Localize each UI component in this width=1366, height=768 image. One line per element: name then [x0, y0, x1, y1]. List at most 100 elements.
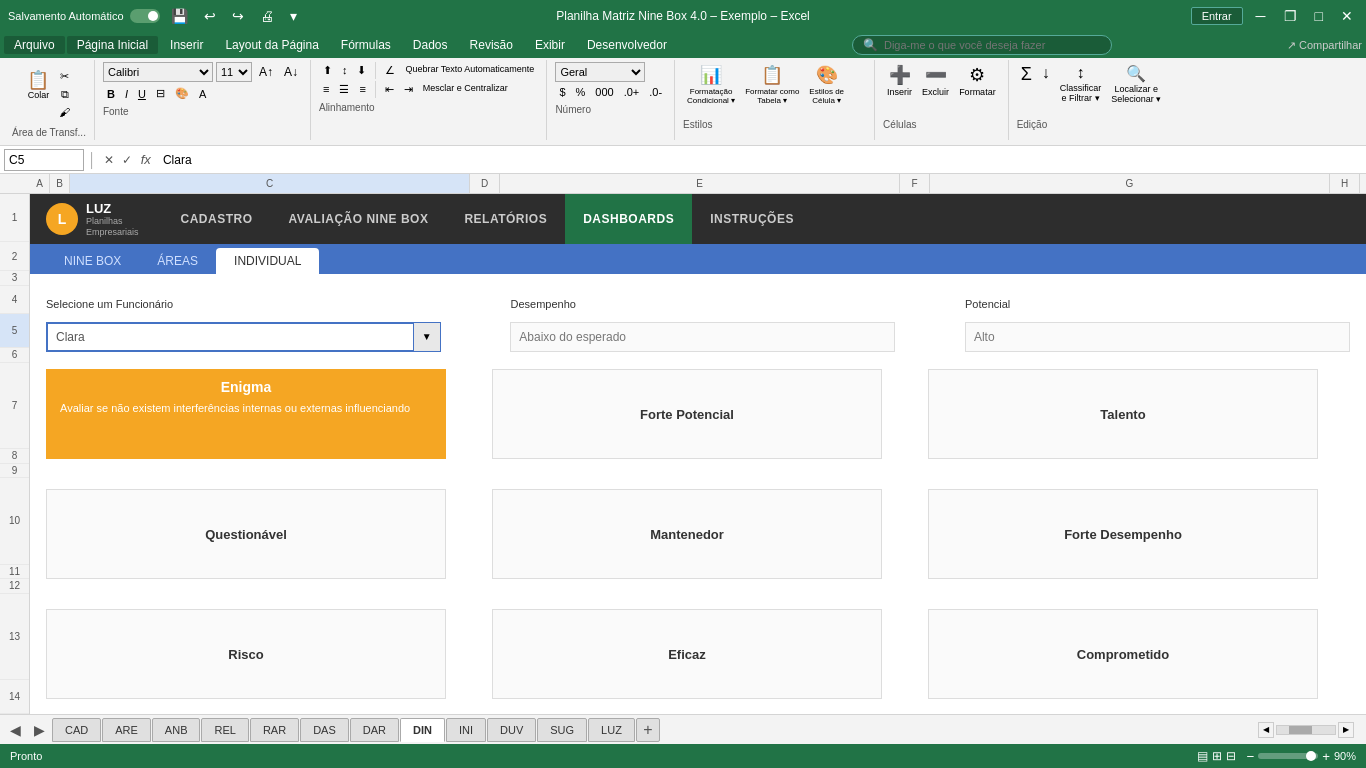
- col-header-f[interactable]: F: [900, 174, 930, 193]
- autosum-btn[interactable]: Σ: [1017, 62, 1036, 117]
- nav-item-avaliacao[interactable]: AVALIAÇÃO NINE BOX: [271, 194, 447, 244]
- print-btn[interactable]: 🖨: [255, 6, 279, 26]
- sub-nav-nine-box[interactable]: NINE BOX: [46, 248, 139, 274]
- confirm-formula-btn[interactable]: ✓: [119, 152, 135, 168]
- sort-filter-btn[interactable]: ↕ Classificare Filtrar ▾: [1056, 62, 1106, 117]
- zoom-out-btn[interactable]: −: [1246, 749, 1254, 764]
- page-layout-btn[interactable]: ⊞: [1212, 749, 1222, 763]
- add-sheet-btn[interactable]: +: [636, 718, 660, 742]
- tab-sug[interactable]: SUG: [537, 718, 587, 742]
- format-painter-button[interactable]: 🖌: [55, 104, 74, 120]
- wrap-text-btn[interactable]: Quebrar Texto Automaticamente: [401, 62, 538, 79]
- autosave-toggle[interactable]: [130, 9, 160, 23]
- sheet-nav-left-btn[interactable]: ◀: [4, 720, 27, 740]
- sub-nav-areas[interactable]: ÁREAS: [139, 248, 216, 274]
- align-middle-btn[interactable]: ↕: [338, 62, 352, 79]
- underline-btn[interactable]: U: [134, 86, 150, 102]
- delete-cells-btn[interactable]: ➖ Excluir: [918, 62, 953, 117]
- tab-cad[interactable]: CAD: [52, 718, 101, 742]
- format-as-table-btn[interactable]: 📋 Formatar comoTabela ▾: [741, 62, 803, 117]
- tab-duv[interactable]: DUV: [487, 718, 536, 742]
- col-header-d[interactable]: D: [470, 174, 500, 193]
- menu-item-revisao[interactable]: Revisão: [460, 36, 523, 54]
- col-header-e[interactable]: E: [500, 174, 900, 193]
- align-right-btn[interactable]: ≡: [355, 81, 369, 98]
- text-angle-btn[interactable]: ∠: [381, 62, 399, 79]
- cut-button[interactable]: ✂: [55, 68, 74, 85]
- scroll-right-btn[interactable]: ▶: [1338, 722, 1354, 738]
- redo-btn[interactable]: ↪: [227, 6, 249, 26]
- conditional-format-btn[interactable]: 📊 FormataçãoCondicional ▾: [683, 62, 739, 117]
- menu-item-exibir[interactable]: Exibir: [525, 36, 575, 54]
- menu-item-pagina-inicial[interactable]: Página Inicial: [67, 36, 158, 54]
- more-btn[interactable]: ▾: [285, 6, 302, 26]
- border-btn[interactable]: ⊟: [152, 85, 169, 102]
- nav-item-instrucoes[interactable]: INSTRUÇÕES: [692, 194, 812, 244]
- fill-btn[interactable]: ↓: [1038, 62, 1054, 117]
- tab-das[interactable]: DAS: [300, 718, 349, 742]
- minimize-btn[interactable]: ─: [1251, 6, 1271, 26]
- page-break-btn[interactable]: ⊟: [1226, 749, 1236, 763]
- employee-dropdown-arrow[interactable]: ▼: [413, 322, 441, 352]
- decimal-dec-btn[interactable]: .0-: [645, 84, 666, 100]
- format-cells-btn[interactable]: ⚙ Formatar: [955, 62, 1000, 117]
- italic-btn[interactable]: I: [121, 86, 132, 102]
- restore-btn[interactable]: ❐: [1279, 6, 1302, 26]
- scroll-bar[interactable]: [1276, 725, 1336, 735]
- menu-item-formulas[interactable]: Fórmulas: [331, 36, 401, 54]
- merge-btn[interactable]: Mesclar e Centralizar: [419, 81, 512, 98]
- menu-item-arquivo[interactable]: Arquivo: [4, 36, 65, 54]
- save-btn[interactable]: 💾: [166, 6, 193, 26]
- number-format-select[interactable]: Geral: [555, 62, 645, 82]
- col-header-c[interactable]: C: [70, 174, 470, 193]
- search-input[interactable]: [884, 39, 1101, 51]
- align-bottom-btn[interactable]: ⬇: [353, 62, 370, 79]
- formula-input[interactable]: [159, 151, 1362, 169]
- zoom-in-btn[interactable]: +: [1322, 749, 1330, 764]
- align-center-btn[interactable]: ☰: [335, 81, 353, 98]
- indent-right-btn[interactable]: ⇥: [400, 81, 417, 98]
- tab-dar[interactable]: DAR: [350, 718, 399, 742]
- font-size-select[interactable]: 11: [216, 62, 252, 82]
- undo-btn[interactable]: ↩: [199, 6, 221, 26]
- thousands-btn[interactable]: 000: [591, 84, 617, 100]
- nav-item-relatorios[interactable]: RELATÓRIOS: [446, 194, 565, 244]
- insert-cells-btn[interactable]: ➕ Inserir: [883, 62, 916, 117]
- col-header-h[interactable]: H: [1330, 174, 1360, 193]
- paste-button[interactable]: 📋 Colar: [23, 69, 53, 119]
- decimal-inc-btn[interactable]: .0+: [620, 84, 644, 100]
- login-button[interactable]: Entrar: [1191, 7, 1243, 25]
- maximize-btn[interactable]: □: [1310, 6, 1328, 26]
- bold-btn[interactable]: B: [103, 86, 119, 102]
- scroll-left-btn[interactable]: ◀: [1258, 722, 1274, 738]
- font-family-select[interactable]: Calibri: [103, 62, 213, 82]
- tab-rar[interactable]: RAR: [250, 718, 299, 742]
- cell-styles-btn[interactable]: 🎨 Estilos deCélula ▾: [805, 62, 848, 117]
- sheet-nav-right-btn[interactable]: ▶: [28, 720, 51, 740]
- align-left-btn[interactable]: ≡: [319, 81, 333, 98]
- tab-luz[interactable]: LUZ: [588, 718, 635, 742]
- currency-btn[interactable]: $: [555, 84, 569, 100]
- employee-select-display[interactable]: Clara: [46, 322, 441, 352]
- align-top-btn[interactable]: ⬆: [319, 62, 336, 79]
- tab-ini[interactable]: INI: [446, 718, 486, 742]
- fill-color-btn[interactable]: 🎨: [171, 85, 193, 102]
- cell-reference-input[interactable]: [4, 149, 84, 171]
- font-color-btn[interactable]: A: [195, 86, 210, 102]
- normal-view-btn[interactable]: ▤: [1197, 749, 1208, 763]
- find-select-btn[interactable]: 🔍 Localizar eSelecionar ▾: [1107, 62, 1165, 117]
- percent-btn[interactable]: %: [572, 84, 590, 100]
- menu-item-layout[interactable]: Layout da Página: [215, 36, 328, 54]
- share-btn[interactable]: ↗ Compartilhar: [1287, 39, 1362, 52]
- font-decrease-btn[interactable]: A↓: [280, 63, 302, 81]
- tab-din[interactable]: DIN: [400, 718, 445, 742]
- close-btn[interactable]: ✕: [1336, 6, 1358, 26]
- menu-item-dados[interactable]: Dados: [403, 36, 458, 54]
- font-increase-btn[interactable]: A↑: [255, 63, 277, 81]
- tab-anb[interactable]: ANB: [152, 718, 201, 742]
- indent-left-btn[interactable]: ⇤: [381, 81, 398, 98]
- nav-item-dashboards[interactable]: DASHBOARDS: [565, 194, 692, 244]
- menu-item-desenvolvedor[interactable]: Desenvolvedor: [577, 36, 677, 54]
- col-header-a[interactable]: A: [30, 174, 50, 193]
- zoom-slider[interactable]: [1258, 753, 1318, 759]
